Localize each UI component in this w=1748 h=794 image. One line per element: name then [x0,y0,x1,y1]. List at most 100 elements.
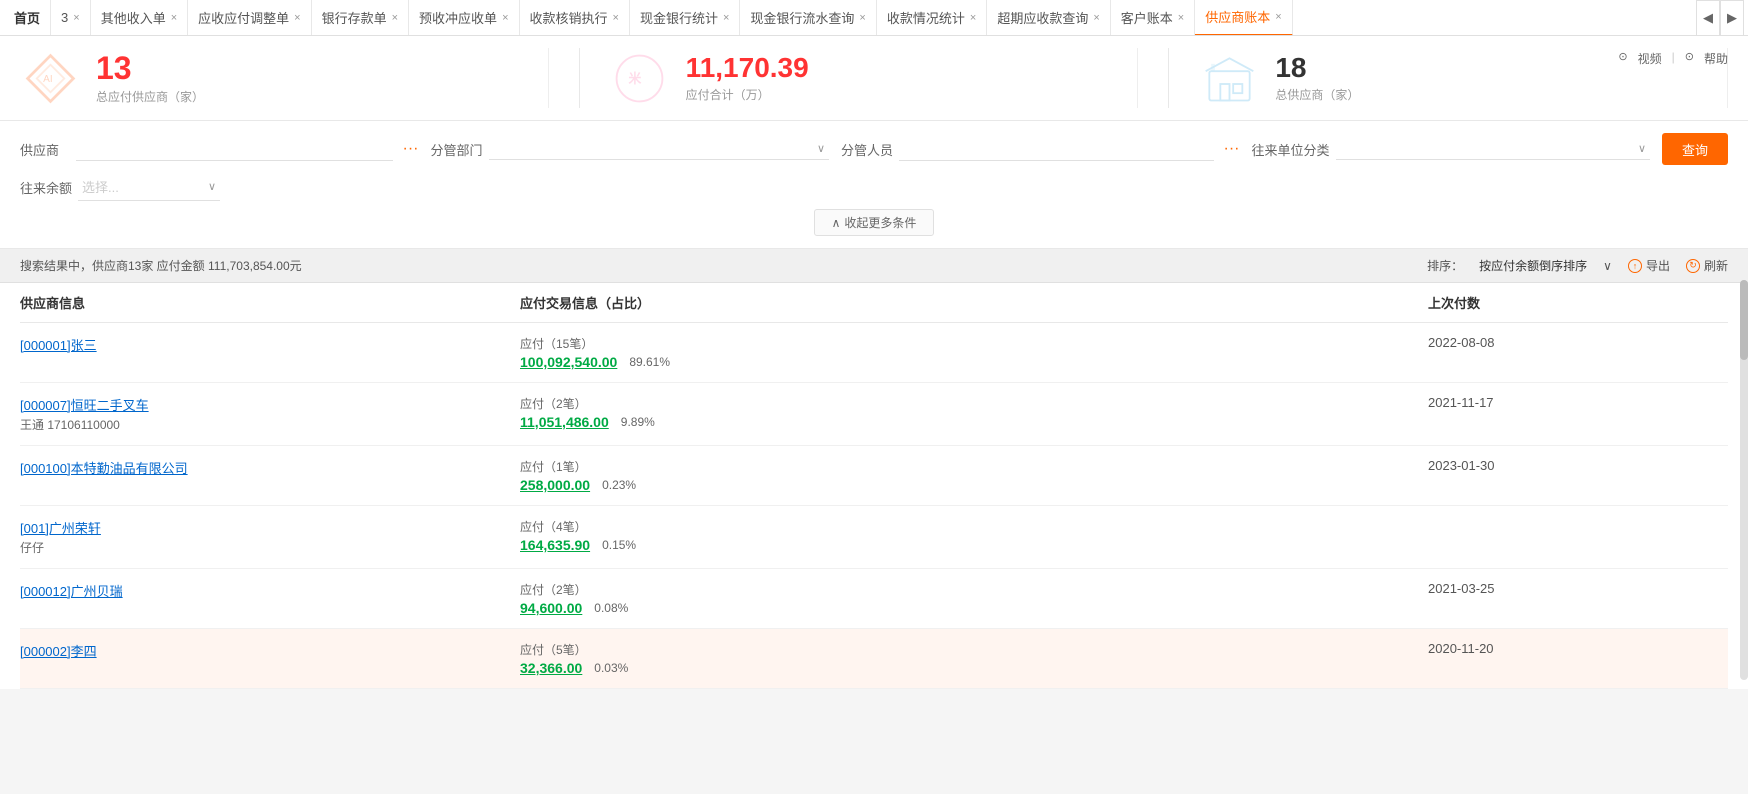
trans-percent-5: 0.08% [594,601,628,615]
results-info: 搜索结果中，供应商13家 应付金额 111,703,854.00元 [20,257,1427,274]
last-pay-cell-5: 2021-03-25 [1428,581,1728,596]
nav-tab-other-income[interactable]: 其他收入单 × [91,0,188,36]
stat-item-suppliers-with-ap: AI 13 总应付供应商（家） [20,48,549,108]
nav-tab-bank-deposit[interactable]: 银行存款单 × [312,0,409,36]
category-select[interactable]: ∨ [1336,138,1650,160]
vertical-scrollbar[interactable] [1740,280,1748,680]
supplier-input[interactable] [76,137,393,161]
col-header-supplier: 供应商信息 [20,293,520,312]
trans-cell-5: 应付（2笔） 94,600.00 0.08% [520,581,1428,616]
person-input[interactable] [899,137,1214,161]
trans-label-4: 应付（4笔） [520,518,1428,535]
collect-stat-label: 收款情况统计 [887,8,965,27]
nav-tab-overdue-query[interactable]: 超期应收款查询 × [987,0,1110,36]
filter-item-supplier: 供应商 ··· [20,137,419,161]
help-icon: ⊙ [1685,50,1694,67]
nav-tab-cash-bank-stat[interactable]: 现金银行统计 × [630,0,740,36]
supplier-link-6[interactable]: [000002]李四 [20,644,97,659]
supplier-account-label: 供应商账本 [1205,7,1270,26]
trans-cell-6: 应付（5笔） 32,366.00 0.03% [520,641,1428,676]
supplier-cell-5: [000012]广州贝瑞 [20,581,520,600]
export-button[interactable]: ↑ 导出 [1628,257,1670,274]
supplier-account-close[interactable]: × [1275,11,1281,23]
trans-amount-6[interactable]: 32,366.00 [520,660,582,676]
nav-left-arrow[interactable]: ◀ [1696,0,1720,36]
trans-cell-4: 应付（4笔） 164,635.90 0.15% [520,518,1428,553]
supplier-link-3[interactable]: [000100]本特勤油品有限公司 [20,461,188,476]
rice-icon: 米 [610,48,670,108]
collect-check-close[interactable]: × [613,12,619,24]
table-row: [000001]张三 应付（15笔） 100,092,540.00 89.61%… [20,323,1728,383]
supplier-cell-1: [000001]张三 [20,335,520,354]
trans-row-6: 32,366.00 0.03% [520,660,1428,676]
supplier-cell-2: [000007]恒旺二手叉车 王通 17106110000 [20,395,520,433]
trans-label-6: 应付（5笔） [520,641,1428,658]
chevron-up-icon: ∧ [832,216,841,230]
export-label: 导出 [1646,257,1670,274]
dept-select[interactable]: ∨ [489,138,829,160]
nav-tab-supplier-account[interactable]: 供应商账本 × [1195,0,1292,36]
nav-tab-customer-account[interactable]: 客户账本 × [1111,0,1195,36]
trans-amount-5[interactable]: 94,600.00 [520,600,582,616]
category-filter-label: 往来单位分类 [1252,140,1330,159]
filter-section: 供应商 ··· 分管部门 ∨ 分管人员 ··· 往来单位分类 ∨ 查询 [0,121,1748,249]
ap-adjust-close[interactable]: × [294,12,300,24]
last-pay-date-3: 2023-01-30 [1428,458,1495,473]
nav-tab-home[interactable]: 首页 [4,0,51,36]
nav-tab-prepay-collect[interactable]: 预收冲应收单 × [409,0,519,36]
prepay-collect-label: 预收冲应收单 [419,8,497,27]
supplier-dots-btn[interactable]: ··· [403,140,419,158]
collect-stat-close[interactable]: × [970,12,976,24]
nav-arrows: ◀ ▶ [1696,0,1744,36]
supplier-link-1[interactable]: [000001]张三 [20,338,97,353]
cash-bank-flow-close[interactable]: × [859,12,865,24]
nav-right-arrow[interactable]: ▶ [1720,0,1744,36]
stat-divider-1 [579,48,580,108]
collapse-button[interactable]: ∧ 收起更多条件 [814,209,934,236]
help-link[interactable]: 帮助 [1704,50,1728,67]
nav-tab-collect-check[interactable]: 收款核销执行 × [520,0,630,36]
col-header-last-pay: 上次付数 [1428,293,1728,312]
filter-item-dept: 分管部门 ∨ [431,138,830,160]
supplier-sub-2: 王通 17106110000 [20,416,520,433]
scrollbar-thumb[interactable] [1740,280,1748,360]
nav-tab-cash-bank-flow[interactable]: 现金银行流水查询 × [740,0,876,36]
nav-tab-3[interactable]: 3 × [51,0,91,36]
sort-chevron-down-icon: ∨ [1603,259,1612,273]
supplier-link-2[interactable]: [000007]恒旺二手叉车 [20,398,149,413]
balance-select[interactable]: 选择... ∨ [78,173,220,201]
trans-amount-3[interactable]: 258,000.00 [520,477,590,493]
trans-label-3: 应付（1笔） [520,458,1428,475]
table-row: [000002]李四 应付（5笔） 32,366.00 0.03% 2020-1… [20,629,1728,689]
tab-3-close[interactable]: × [73,12,79,24]
bank-deposit-close[interactable]: × [392,12,398,24]
last-pay-date-5: 2021-03-25 [1428,581,1495,596]
other-income-close[interactable]: × [171,12,177,24]
overdue-query-close[interactable]: × [1093,12,1099,24]
video-link[interactable]: 视频 [1638,50,1662,67]
last-pay-cell-1: 2022-08-08 [1428,335,1728,350]
refresh-icon: ↻ [1686,259,1700,273]
trans-amount-4[interactable]: 164,635.90 [520,537,590,553]
refresh-button[interactable]: ↻ 刷新 [1686,257,1728,274]
trans-amount-2[interactable]: 11,051,486.00 [520,414,609,430]
person-dots-btn[interactable]: ··· [1224,140,1240,158]
other-income-label: 其他收入单 [101,8,166,27]
trans-row-5: 94,600.00 0.08% [520,600,1428,616]
sort-value[interactable]: 按应付余额倒序排序 [1479,257,1587,274]
prepay-collect-close[interactable]: × [502,12,508,24]
supplier-link-5[interactable]: [000012]广州贝瑞 [20,584,123,599]
trans-amount-1[interactable]: 100,092,540.00 [520,354,617,370]
trans-percent-6: 0.03% [594,661,628,675]
stat-item-ap-total: 米 11,170.39 应付合计（万） [610,48,1139,108]
balance-placeholder: 选择... [82,177,208,196]
nav-tab-collect-stat[interactable]: 收款情况统计 × [877,0,987,36]
diamond-icon: AI [20,48,80,108]
total-suppliers-number: 18 [1275,54,1359,82]
customer-account-close[interactable]: × [1178,12,1184,24]
query-button[interactable]: 查询 [1662,133,1728,165]
cash-bank-stat-close[interactable]: × [723,12,729,24]
trans-row-1: 100,092,540.00 89.61% [520,354,1428,370]
supplier-link-4[interactable]: [001]广州荣轩 [20,521,101,536]
nav-tab-ap-adjust[interactable]: 应收应付调整单 × [188,0,311,36]
